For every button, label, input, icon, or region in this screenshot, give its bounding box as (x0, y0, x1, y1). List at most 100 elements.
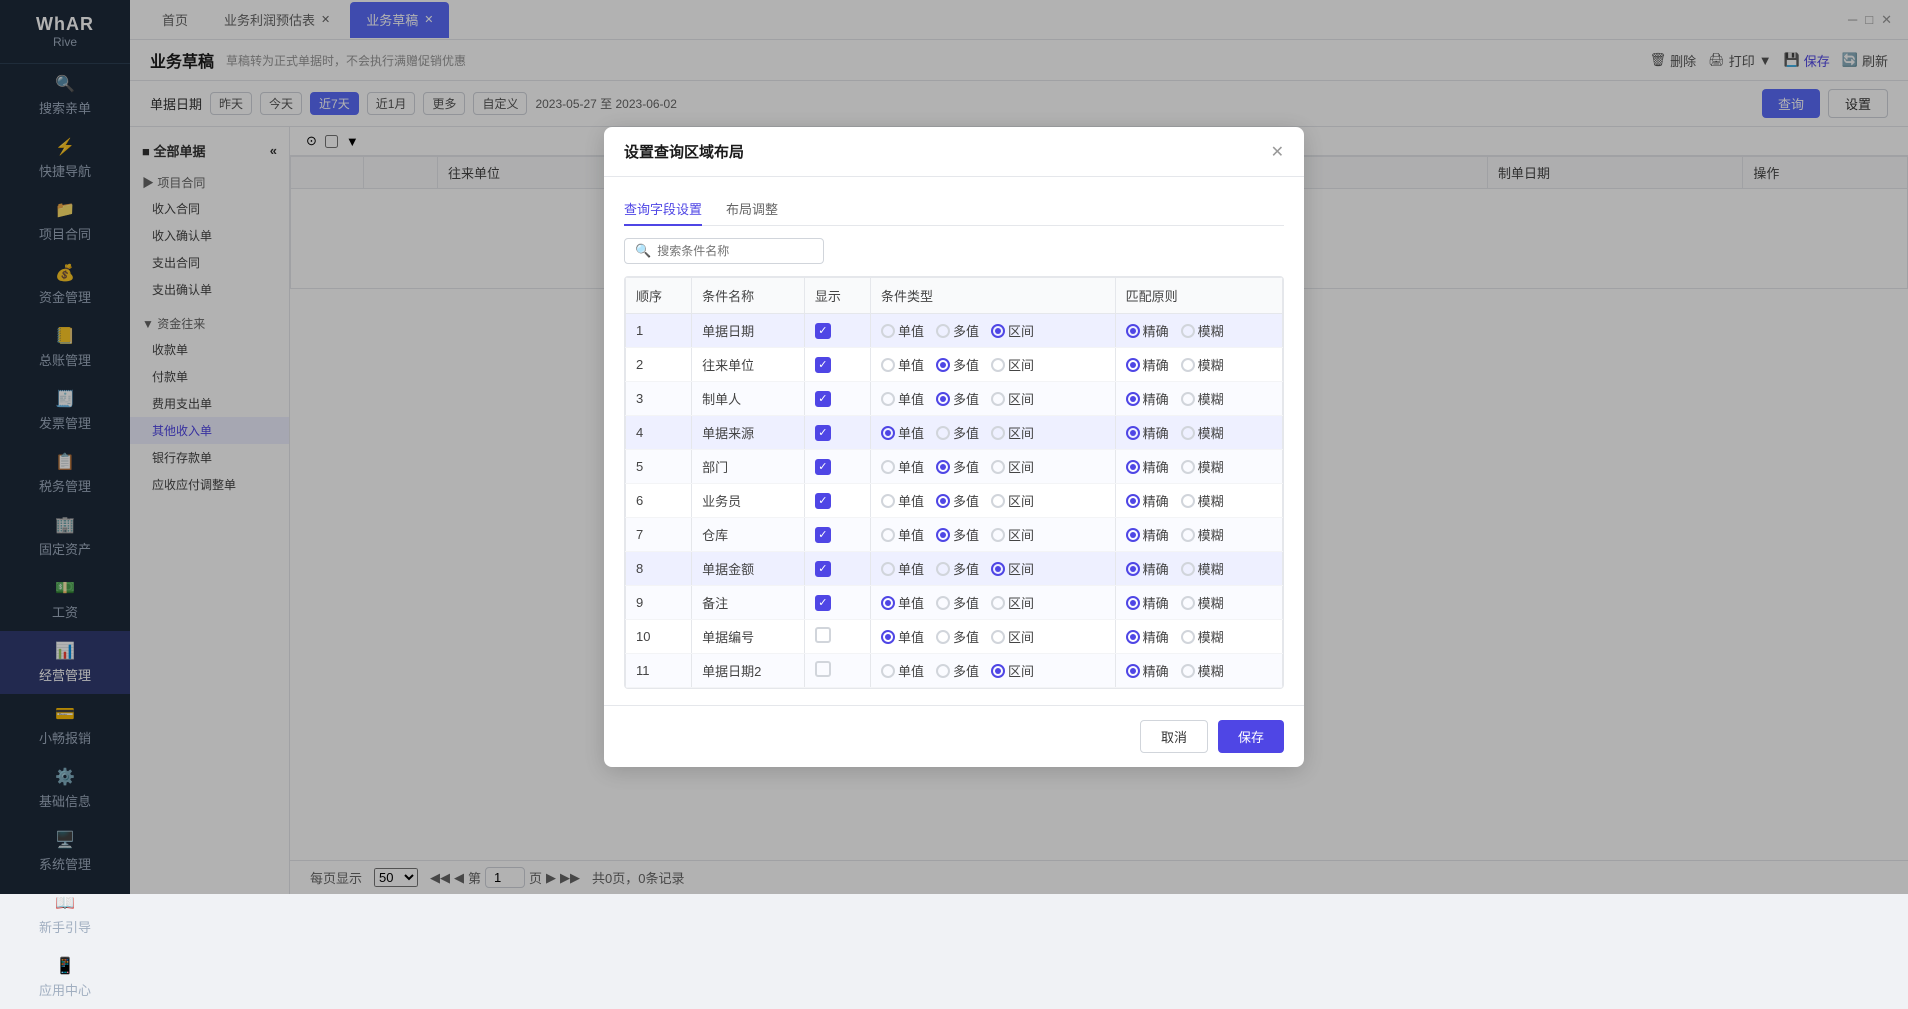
match-radio-精确[interactable]: 精确 (1126, 355, 1169, 374)
match-radio-精确[interactable]: 精确 (1126, 525, 1169, 544)
match-radio-精确[interactable]: 精确 (1126, 559, 1169, 578)
match-radio-精确[interactable]: 精确 (1126, 491, 1169, 510)
type-radio-多值[interactable]: 多值 (936, 491, 979, 510)
match-radio-精确[interactable]: 精确 (1126, 593, 1169, 612)
type-radio-单值[interactable]: 单值 (881, 389, 924, 408)
dialog-title: 设置查询区域布局 (624, 141, 744, 162)
dialog-search-icon: 🔍 (635, 243, 651, 259)
table-row-name: 制单人 (692, 382, 805, 416)
type-radio-多值[interactable]: 多值 (936, 525, 979, 544)
dialog-tab-layout[interactable]: 布局调整 (726, 193, 778, 226)
match-radio-模糊[interactable]: 模糊 (1181, 491, 1224, 510)
table-row-show[interactable]: ✓ (804, 450, 870, 484)
type-radio-区间[interactable]: 区间 (991, 389, 1034, 408)
table-row-show[interactable]: ✓ (804, 586, 870, 620)
type-radio-单值[interactable]: 单值 (881, 559, 924, 578)
th-match: 匹配原则 (1115, 278, 1282, 314)
table-row-order: 4 (626, 416, 692, 450)
type-radio-区间[interactable]: 区间 (991, 525, 1034, 544)
table-row-show[interactable] (804, 654, 870, 688)
show-checkbox[interactable]: ✓ (815, 527, 831, 543)
type-radio-区间[interactable]: 区间 (991, 559, 1034, 578)
th-order: 顺序 (626, 278, 692, 314)
dialog-close-button[interactable]: ✕ (1271, 142, 1284, 162)
type-radio-单值[interactable]: 单值 (881, 593, 924, 612)
table-row-match: 精确模糊 (1115, 450, 1282, 484)
type-radio-区间[interactable]: 区间 (991, 593, 1034, 612)
table-row-type: 单值多值区间 (870, 314, 1115, 348)
type-radio-多值[interactable]: 多值 (936, 389, 979, 408)
match-radio-模糊[interactable]: 模糊 (1181, 627, 1224, 646)
table-row-show[interactable]: ✓ (804, 314, 870, 348)
sidebar-item-app[interactable]: 📱 应用中心 (0, 946, 130, 1009)
sidebar-label: 应用中心 (39, 980, 91, 999)
match-radio-精确[interactable]: 精确 (1126, 627, 1169, 646)
match-radio-精确[interactable]: 精确 (1126, 457, 1169, 476)
match-radio-模糊[interactable]: 模糊 (1181, 661, 1224, 680)
match-radio-精确[interactable]: 精确 (1126, 423, 1169, 442)
show-checkbox[interactable]: ✓ (815, 459, 831, 475)
dialog-table: 顺序 条件名称 显示 条件类型 匹配原则 1单据日期✓单值多值区间精确模糊2往来… (625, 277, 1283, 688)
type-radio-单值[interactable]: 单值 (881, 525, 924, 544)
match-radio-模糊[interactable]: 模糊 (1181, 525, 1224, 544)
match-radio-模糊[interactable]: 模糊 (1181, 457, 1224, 476)
cancel-button[interactable]: 取消 (1140, 720, 1208, 753)
show-checkbox[interactable]: ✓ (815, 391, 831, 407)
type-radio-区间[interactable]: 区间 (991, 491, 1034, 510)
type-radio-多值[interactable]: 多值 (936, 559, 979, 578)
table-row-order: 9 (626, 586, 692, 620)
match-radio-模糊[interactable]: 模糊 (1181, 321, 1224, 340)
show-checkbox[interactable]: ✓ (815, 425, 831, 441)
match-radio-模糊[interactable]: 模糊 (1181, 559, 1224, 578)
type-radio-区间[interactable]: 区间 (991, 355, 1034, 374)
match-radio-模糊[interactable]: 模糊 (1181, 423, 1224, 442)
type-radio-单值[interactable]: 单值 (881, 491, 924, 510)
table-row-show[interactable]: ✓ (804, 416, 870, 450)
show-checkbox[interactable]: ✓ (815, 595, 831, 611)
type-radio-多值[interactable]: 多值 (936, 593, 979, 612)
type-radio-多值[interactable]: 多值 (936, 457, 979, 476)
table-row-name: 备注 (692, 586, 805, 620)
match-radio-模糊[interactable]: 模糊 (1181, 355, 1224, 374)
table-row-show[interactable]: ✓ (804, 382, 870, 416)
dialog-search-input[interactable] (657, 244, 797, 258)
save-button[interactable]: 保存 (1218, 720, 1284, 753)
match-radio-精确[interactable]: 精确 (1126, 661, 1169, 680)
type-radio-单值[interactable]: 单值 (881, 321, 924, 340)
table-row-show[interactable]: ✓ (804, 518, 870, 552)
type-radio-单值[interactable]: 单值 (881, 661, 924, 680)
table-row-show[interactable] (804, 620, 870, 654)
type-radio-单值[interactable]: 单值 (881, 627, 924, 646)
type-radio-单值[interactable]: 单值 (881, 457, 924, 476)
table-row-name: 部门 (692, 450, 805, 484)
match-radio-模糊[interactable]: 模糊 (1181, 389, 1224, 408)
table-row-show[interactable]: ✓ (804, 348, 870, 382)
table-row-show[interactable]: ✓ (804, 552, 870, 586)
table-row-type: 单值多值区间 (870, 416, 1115, 450)
type-radio-区间[interactable]: 区间 (991, 661, 1034, 680)
type-radio-区间[interactable]: 区间 (991, 423, 1034, 442)
show-checkbox[interactable]: ✓ (815, 561, 831, 577)
table-row-show[interactable]: ✓ (804, 484, 870, 518)
show-checkbox[interactable] (815, 627, 831, 643)
type-radio-区间[interactable]: 区间 (991, 321, 1034, 340)
type-radio-区间[interactable]: 区间 (991, 627, 1034, 646)
type-radio-多值[interactable]: 多值 (936, 627, 979, 646)
show-checkbox[interactable] (815, 661, 831, 677)
type-radio-多值[interactable]: 多值 (936, 321, 979, 340)
show-checkbox[interactable]: ✓ (815, 357, 831, 373)
type-radio-单值[interactable]: 单值 (881, 355, 924, 374)
show-checkbox[interactable]: ✓ (815, 493, 831, 509)
dialog-tab-fields[interactable]: 查询字段设置 (624, 193, 702, 226)
table-row-name: 单据编号 (692, 620, 805, 654)
match-radio-精确[interactable]: 精确 (1126, 321, 1169, 340)
show-checkbox[interactable]: ✓ (815, 323, 831, 339)
type-radio-单值[interactable]: 单值 (881, 423, 924, 442)
type-radio-多值[interactable]: 多值 (936, 661, 979, 680)
th-name: 条件名称 (692, 278, 805, 314)
type-radio-多值[interactable]: 多值 (936, 423, 979, 442)
match-radio-精确[interactable]: 精确 (1126, 389, 1169, 408)
type-radio-多值[interactable]: 多值 (936, 355, 979, 374)
type-radio-区间[interactable]: 区间 (991, 457, 1034, 476)
match-radio-模糊[interactable]: 模糊 (1181, 593, 1224, 612)
